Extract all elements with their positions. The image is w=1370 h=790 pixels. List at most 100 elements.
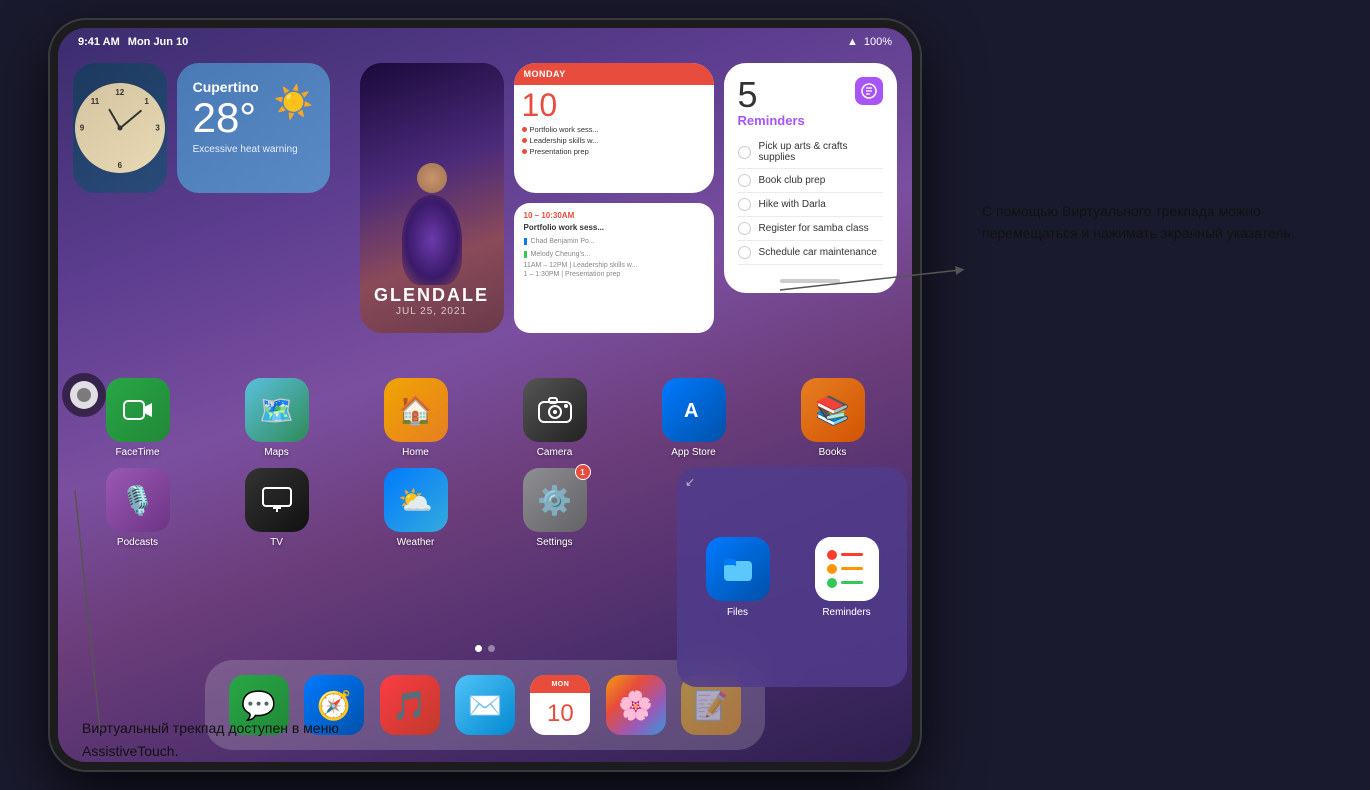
app-camera[interactable]: Camera	[523, 378, 587, 458]
app-maps[interactable]: 🗺️ Maps	[245, 378, 309, 458]
battery-icon: 100%	[864, 36, 892, 48]
books-icon: 📚	[801, 378, 865, 442]
cal-event-1: Leadership skills w...	[522, 135, 706, 146]
reminders-widget[interactable]: 5 Reminders Pick up arts & cra	[724, 63, 897, 293]
callout-right: С помощью Виртуального трекпада можно пе…	[982, 200, 1322, 245]
calendar-widget[interactable]: MONDAY 10 Portfolio work sess... Leaders…	[514, 63, 714, 193]
widgets-area: 12 3 6 9 1 11 Cupertino 28° ☀️ Excessive…	[73, 63, 897, 363]
dock-calendar[interactable]: MON 10	[530, 675, 590, 735]
cal-event-2: Presentation prep	[522, 146, 706, 157]
appstore-icon: A	[662, 378, 726, 442]
home-icon: 🏠	[384, 378, 448, 442]
weather-icon: ☀️	[274, 83, 314, 121]
svg-text:A: A	[684, 400, 698, 422]
schedule-header: 10 – 10:30AM	[524, 211, 704, 220]
status-right: ▲ 100%	[847, 36, 892, 48]
calendar-header: MONDAY	[514, 63, 714, 85]
resize-handle-icon[interactable]: ↙	[685, 475, 695, 489]
app-facetime[interactable]: FaceTime	[106, 378, 170, 458]
status-date: Mon Jun 10	[128, 36, 189, 48]
glendale-label: GLENDALE JUL 25, 2021	[360, 285, 504, 317]
reminders-count: 5	[738, 77, 805, 113]
schedule-widget[interactable]: 10 – 10:30AM Portfolio work sess... Chad…	[514, 203, 714, 333]
reminders-title: Reminders	[738, 113, 805, 128]
settings-icon: ⚙️ 1	[523, 468, 587, 532]
photos-dock-icon: 🌸	[606, 675, 666, 735]
tv-icon	[245, 468, 309, 532]
status-time: 9:41 AM	[78, 36, 120, 48]
books-label: Books	[819, 447, 847, 458]
reminder-item-4: Schedule car maintenance	[738, 241, 883, 265]
calendar-day: 10	[522, 89, 706, 121]
weather-widget[interactable]: Cupertino 28° ☀️ Excessive heat warning	[177, 63, 330, 193]
settings-badge: 1	[575, 464, 591, 480]
callout-right-text: С помощью Виртуального трекпада можно пе…	[982, 200, 1322, 245]
app-appstore[interactable]: A App Store	[662, 378, 726, 458]
wifi-icon: ▲	[847, 36, 858, 48]
dock-photos[interactable]: 🌸	[606, 675, 666, 735]
reminder-item-0: Pick up arts & crafts supplies	[738, 136, 883, 169]
reminder-item-2: Hike with Darla	[738, 193, 883, 217]
clock-face: 12 3 6 9 1 11	[75, 83, 165, 173]
reminder-item-1: Book club prep	[738, 169, 883, 193]
calendar-events: Portfolio work sess... Leadership skills…	[522, 124, 706, 157]
cal-event-0: Portfolio work sess...	[522, 124, 706, 135]
assistive-dot	[77, 388, 91, 402]
assistive-inner	[70, 381, 98, 409]
folder-files[interactable]: Files	[706, 537, 770, 618]
settings-label: Settings	[536, 537, 572, 548]
reminder-item-3: Register for samba class	[738, 217, 883, 241]
calendar-dock-day: 10	[530, 693, 590, 735]
page-dot-1	[475, 645, 482, 652]
glendale-date: JUL 25, 2021	[360, 306, 504, 317]
callout-left-text: Виртуальный трекпад доступен в меню Assi…	[82, 717, 392, 762]
maps-label: Maps	[264, 447, 288, 458]
reminders-app-icon	[855, 77, 883, 105]
page-dot-2	[488, 645, 495, 652]
facetime-label: FaceTime	[115, 447, 159, 458]
reminders-folder-icon	[815, 537, 879, 601]
folder-popup: ↙ Files Reminders	[677, 467, 907, 687]
clock-center	[117, 126, 122, 131]
app-weather[interactable]: ⛅ Weather	[384, 468, 448, 548]
reminders-folder-label: Reminders	[822, 607, 870, 618]
app-books[interactable]: 📚 Books	[801, 378, 865, 458]
glendale-name: GLENDALE	[360, 285, 504, 306]
app-podcasts[interactable]: 🎙️ Podcasts	[106, 468, 170, 548]
ipad-frame: 9:41 AM Mon Jun 10 ▲ 100% 12 3 6 9 1 11	[50, 20, 920, 770]
folder-reminders[interactable]: Reminders	[815, 537, 879, 618]
files-folder-icon	[706, 537, 770, 601]
mail-dock-icon: ✉️	[455, 675, 515, 735]
camera-label: Camera	[537, 447, 573, 458]
weather-description: Excessive heat warning	[193, 143, 314, 156]
assistive-touch-button[interactable]	[62, 373, 106, 417]
calendar-dock-icon: MON 10	[530, 675, 590, 735]
glendale-widget[interactable]: GLENDALE JUL 25, 2021	[360, 63, 504, 333]
weather-app-icon: ⛅	[384, 468, 448, 532]
app-tv[interactable]: TV	[245, 468, 309, 548]
reminders-scroll-indicator	[780, 279, 840, 283]
glendale-figure	[392, 163, 472, 303]
callout-left: Виртуальный трекпад доступен в меню Assi…	[82, 717, 392, 762]
tv-label: TV	[270, 537, 283, 548]
files-label: Files	[727, 607, 748, 618]
clock-widget[interactable]: 12 3 6 9 1 11	[73, 63, 167, 193]
ipad-screen: 9:41 AM Mon Jun 10 ▲ 100% 12 3 6 9 1 11	[58, 28, 912, 762]
clock-minute-hand	[119, 109, 141, 128]
podcasts-icon: 🎙️	[106, 468, 170, 532]
calendar-month: MONDAY	[524, 69, 566, 79]
facetime-icon	[106, 378, 170, 442]
weather-app-label: Weather	[397, 537, 435, 548]
reminders-header: 5 Reminders	[738, 77, 883, 128]
apps-row-1: FaceTime 🗺️ Maps 🏠 Home Camera A App	[73, 378, 897, 458]
page-dots	[475, 645, 495, 652]
maps-icon: 🗺️	[245, 378, 309, 442]
app-home[interactable]: 🏠 Home	[384, 378, 448, 458]
appstore-label: App Store	[671, 447, 715, 458]
dock-mail[interactable]: ✉️	[455, 675, 515, 735]
status-bar: 9:41 AM Mon Jun 10 ▲ 100%	[58, 28, 912, 56]
app-settings[interactable]: ⚙️ 1 Settings	[523, 468, 587, 548]
home-label: Home	[402, 447, 429, 458]
podcasts-label: Podcasts	[117, 537, 158, 548]
camera-icon	[523, 378, 587, 442]
